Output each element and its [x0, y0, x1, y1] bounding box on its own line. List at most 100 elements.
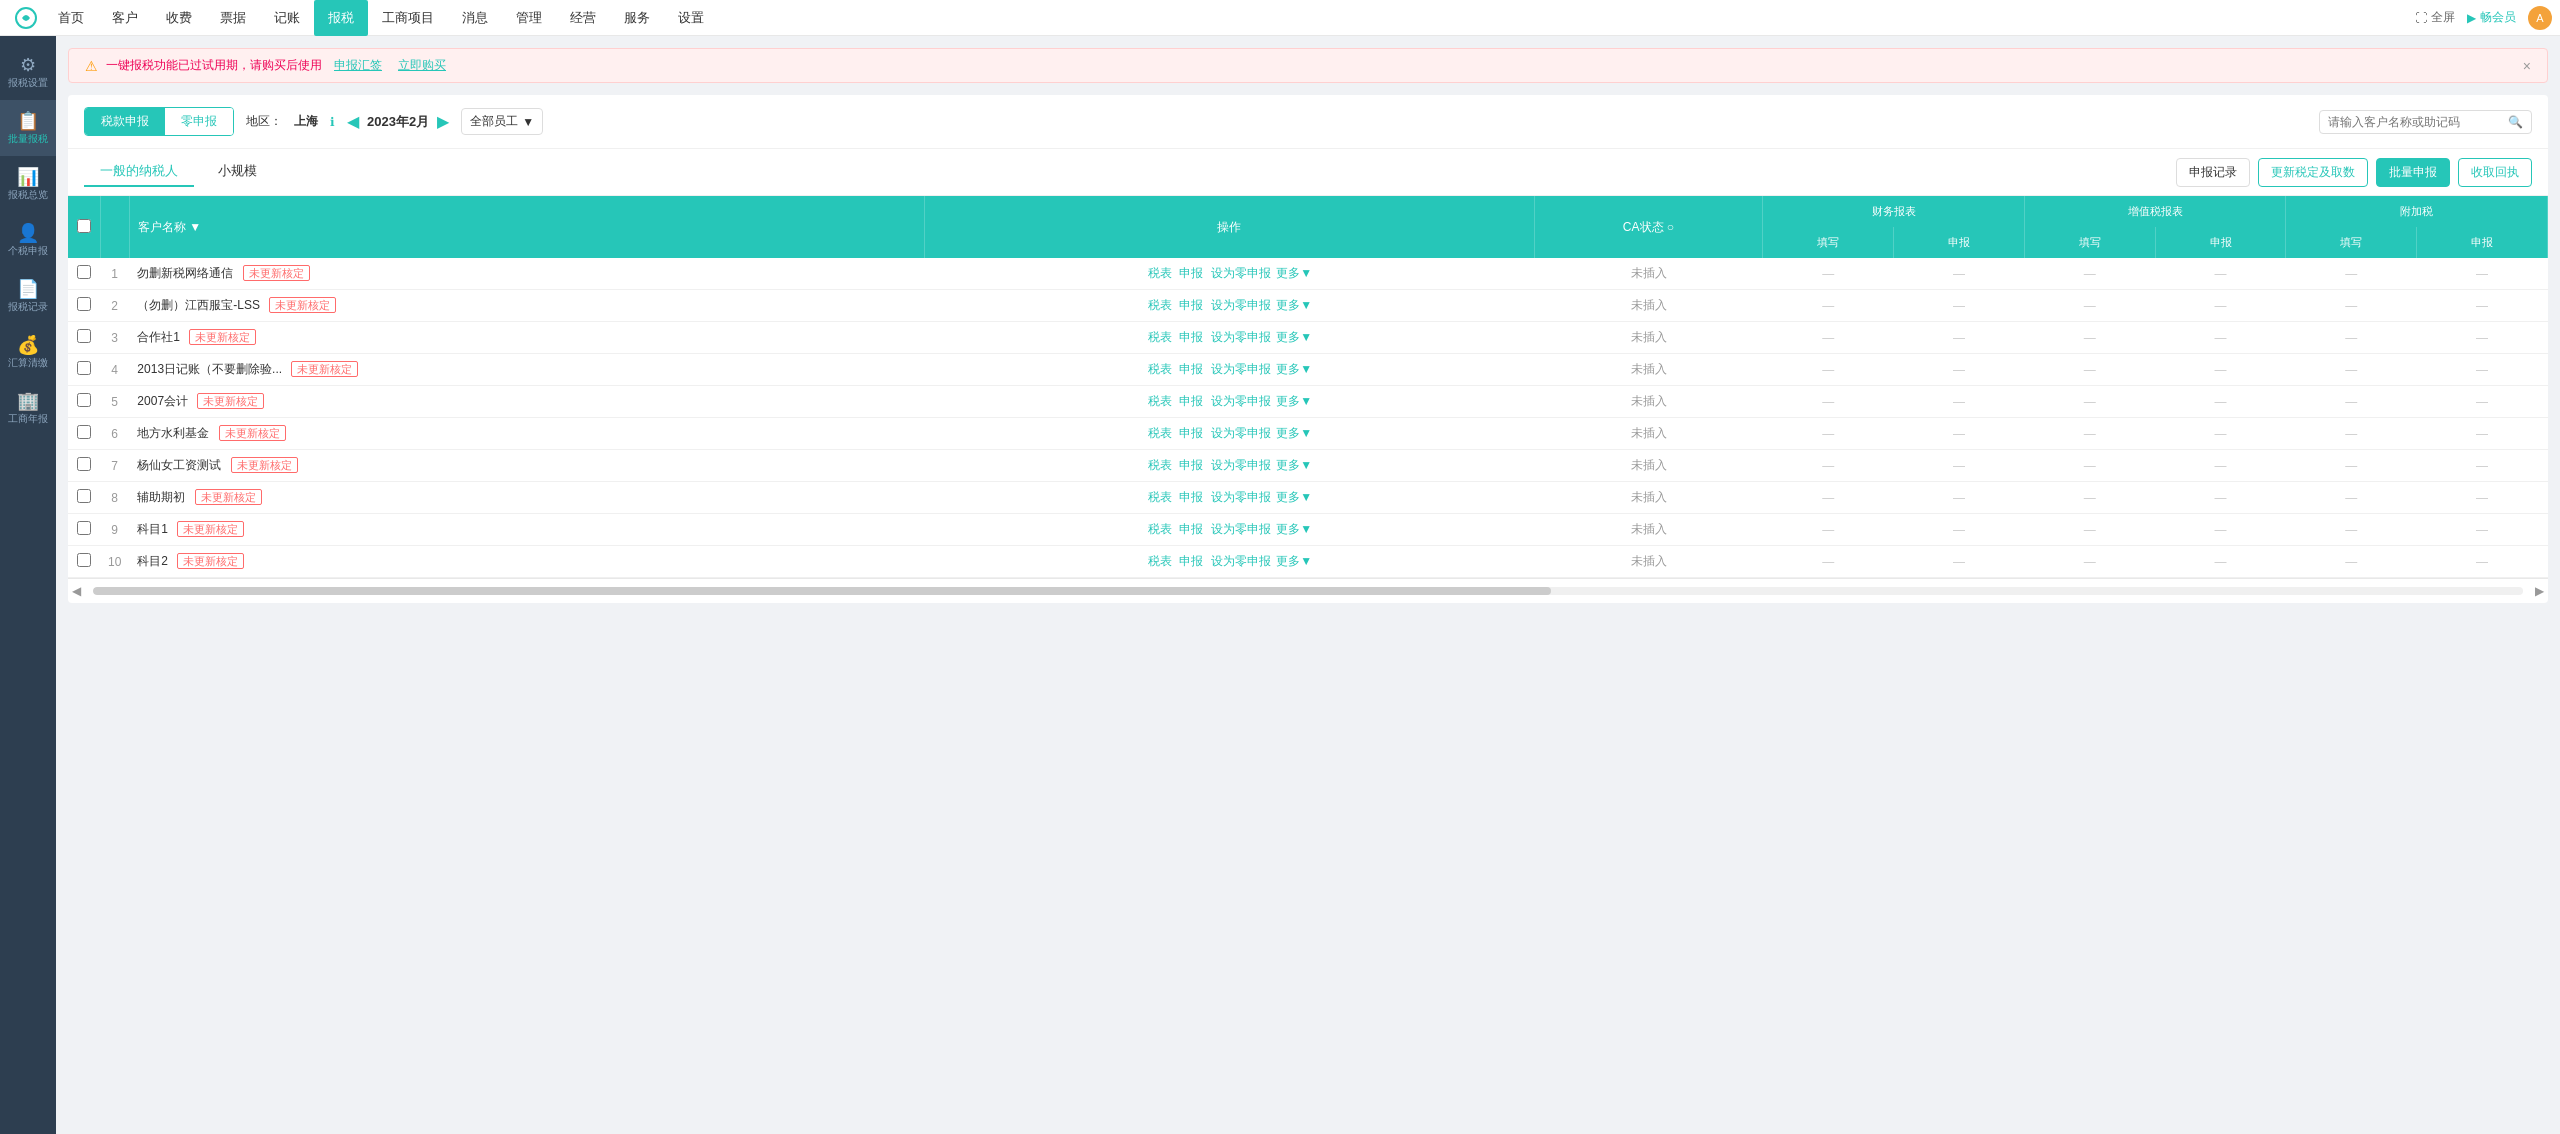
retrieve-receipt-button[interactable]: 收取回执 [2458, 158, 2532, 187]
tab-small-scale[interactable]: 小规模 [202, 157, 273, 187]
op-more-1[interactable]: 更多▼ [1276, 298, 1312, 312]
op-tax-form-2[interactable]: 税表 [1148, 330, 1172, 344]
op-more-6[interactable]: 更多▼ [1276, 458, 1312, 472]
sidebar-item-annual-report[interactable]: 🏢 工商年报 [0, 380, 56, 436]
op-zero-declare-1[interactable]: 设为零申报 [1211, 298, 1271, 312]
op-zero-declare-6[interactable]: 设为零申报 [1211, 458, 1271, 472]
op-zero-declare-5[interactable]: 设为零申报 [1211, 426, 1271, 440]
op-tax-form-1[interactable]: 税表 [1148, 298, 1172, 312]
sidebar-item-tax-settings[interactable]: ⚙ 报税设置 [0, 44, 56, 100]
op-zero-declare-0[interactable]: 设为零申报 [1211, 266, 1271, 280]
tab-zero-declaration[interactable]: 零申报 [165, 108, 233, 135]
tab-general-taxpayer[interactable]: 一般的纳税人 [84, 157, 194, 187]
nav-admin[interactable]: 管理 [502, 0, 556, 36]
op-declare-6[interactable]: 申报 [1179, 458, 1203, 472]
op-zero-declare-2[interactable]: 设为零申报 [1211, 330, 1271, 344]
sidebar-item-batch-tax[interactable]: 📋 批量报税 [0, 100, 56, 156]
nav-home[interactable]: 首页 [44, 0, 98, 36]
member-button[interactable]: ▶ 畅会员 [2467, 9, 2516, 26]
sidebar-item-tax-overview[interactable]: 📊 报税总览 [0, 156, 56, 212]
op-zero-declare-8[interactable]: 设为零申报 [1211, 522, 1271, 536]
date-next-button[interactable]: ▶ [437, 112, 449, 131]
row-checkbox-0[interactable] [77, 265, 91, 279]
op-declare-9[interactable]: 申报 [1179, 554, 1203, 568]
op-tax-form-3[interactable]: 税表 [1148, 362, 1172, 376]
op-tax-form-8[interactable]: 税表 [1148, 522, 1172, 536]
row-checkbox-6[interactable] [77, 457, 91, 471]
scroll-right-icon[interactable]: ▶ [2531, 584, 2548, 598]
row-vat-declare-9: — [2155, 546, 2286, 578]
nav-billing[interactable]: 收费 [152, 0, 206, 36]
row-checkbox-1[interactable] [77, 297, 91, 311]
op-declare-3[interactable]: 申报 [1179, 362, 1203, 376]
op-more-9[interactable]: 更多▼ [1276, 554, 1312, 568]
row-checkbox-5[interactable] [77, 425, 91, 439]
op-declare-5[interactable]: 申报 [1179, 426, 1203, 440]
op-tax-form-7[interactable]: 税表 [1148, 490, 1172, 504]
op-zero-declare-3[interactable]: 设为零申报 [1211, 362, 1271, 376]
banner-link-buy[interactable]: 立即购买 [398, 57, 446, 74]
op-zero-declare-4[interactable]: 设为零申报 [1211, 394, 1271, 408]
op-declare-2[interactable]: 申报 [1179, 330, 1203, 344]
nav-service[interactable]: 服务 [610, 0, 664, 36]
op-declare-0[interactable]: 申报 [1179, 266, 1203, 280]
op-zero-declare-9[interactable]: 设为零申报 [1211, 554, 1271, 568]
batch-declare-button[interactable]: 批量申报 [2376, 158, 2450, 187]
search-input[interactable] [2328, 115, 2508, 129]
nav-business[interactable]: 工商项目 [368, 0, 448, 36]
date-prev-button[interactable]: ◀ [347, 112, 359, 131]
banner-link-submit[interactable]: 申报汇签 [334, 57, 382, 74]
op-tax-form-0[interactable]: 税表 [1148, 266, 1172, 280]
update-tax-button[interactable]: 更新税定及取数 [2258, 158, 2368, 187]
op-declare-1[interactable]: 申报 [1179, 298, 1203, 312]
app-logo[interactable] [8, 0, 44, 36]
row-checkbox-7[interactable] [77, 489, 91, 503]
op-more-8[interactable]: 更多▼ [1276, 522, 1312, 536]
op-more-7[interactable]: 更多▼ [1276, 490, 1312, 504]
declaration-record-button[interactable]: 申报记录 [2176, 158, 2250, 187]
status-tag-7: 未更新核定 [195, 489, 262, 505]
op-more-0[interactable]: 更多▼ [1276, 266, 1312, 280]
op-more-4[interactable]: 更多▼ [1276, 394, 1312, 408]
nav-settings[interactable]: 设置 [664, 0, 718, 36]
nav-operation[interactable]: 经营 [556, 0, 610, 36]
banner-close-button[interactable]: × [2523, 58, 2531, 74]
nav-message[interactable]: 消息 [448, 0, 502, 36]
row-checkbox-2[interactable] [77, 329, 91, 343]
fullscreen-button[interactable]: ⛶ 全屏 [2415, 9, 2455, 26]
nav-accounting[interactable]: 记账 [260, 0, 314, 36]
op-tax-form-6[interactable]: 税表 [1148, 458, 1172, 472]
tab-tax-declaration[interactable]: 税款申报 [85, 108, 165, 135]
horizontal-scrollbar[interactable] [93, 587, 2523, 595]
member-icon: ▶ [2467, 11, 2476, 25]
op-declare-4[interactable]: 申报 [1179, 394, 1203, 408]
region-info-icon[interactable]: ℹ [330, 115, 335, 129]
row-checkbox-8[interactable] [77, 521, 91, 535]
op-declare-8[interactable]: 申报 [1179, 522, 1203, 536]
row-checkbox-9[interactable] [77, 553, 91, 567]
op-more-2[interactable]: 更多▼ [1276, 330, 1312, 344]
select-all-checkbox[interactable] [77, 219, 91, 233]
row-checkbox-4[interactable] [77, 393, 91, 407]
nav-invoice[interactable]: 票据 [206, 0, 260, 36]
department-selector[interactable]: 全部员工 ▼ [461, 108, 543, 135]
op-more-3[interactable]: 更多▼ [1276, 362, 1312, 376]
op-more-5[interactable]: 更多▼ [1276, 426, 1312, 440]
op-tax-form-9[interactable]: 税表 [1148, 554, 1172, 568]
nav-tax[interactable]: 报税 [314, 0, 368, 36]
sidebar-item-personal-tax[interactable]: 👤 个税申报 [0, 212, 56, 268]
op-tax-form-4[interactable]: 税表 [1148, 394, 1172, 408]
client-name-text: 2007会计 [137, 394, 188, 408]
sidebar-item-tax-records[interactable]: 📄 报税记录 [0, 268, 56, 324]
row-checkbox-3[interactable] [77, 361, 91, 375]
op-zero-declare-7[interactable]: 设为零申报 [1211, 490, 1271, 504]
scroll-left-icon[interactable]: ◀ [68, 584, 85, 598]
user-avatar[interactable]: A [2528, 6, 2552, 30]
search-icon[interactable]: 🔍 [2508, 115, 2523, 129]
dept-dropdown-icon: ▼ [522, 115, 534, 129]
op-tax-form-5[interactable]: 税表 [1148, 426, 1172, 440]
sidebar-item-settlement[interactable]: 💰 汇算清缴 [0, 324, 56, 380]
nav-client[interactable]: 客户 [98, 0, 152, 36]
op-declare-7[interactable]: 申报 [1179, 490, 1203, 504]
row-index-7: 8 [100, 482, 129, 514]
